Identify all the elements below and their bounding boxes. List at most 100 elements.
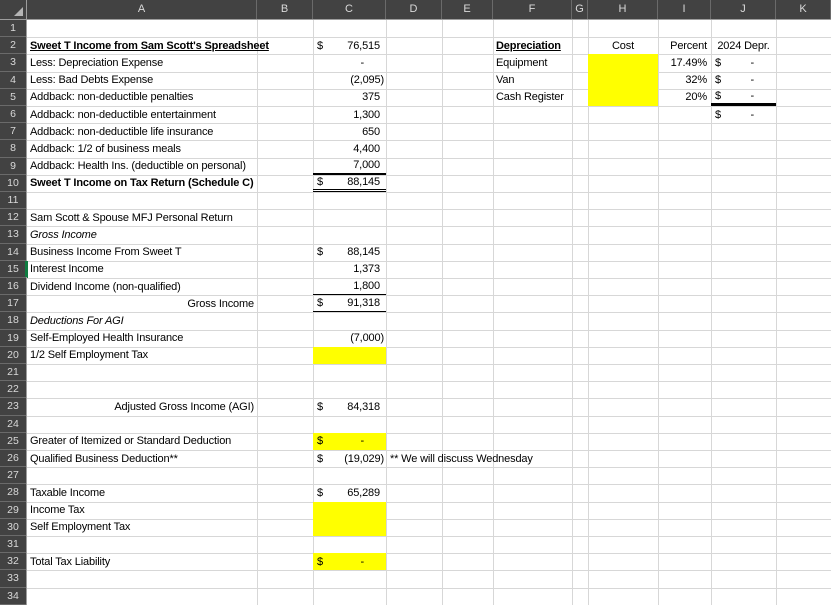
cell-A29[interactable]: Income Tax xyxy=(27,502,257,519)
row-header-17[interactable]: 17 xyxy=(0,295,26,313)
row-header-3[interactable]: 3 xyxy=(0,54,26,72)
column-header-C[interactable]: C xyxy=(313,0,386,19)
cell-A5[interactable]: Addback: non-deductible penalties xyxy=(27,89,257,106)
column-header-D[interactable]: D xyxy=(386,0,442,19)
cell-J6[interactable]: $ - xyxy=(711,106,776,123)
cell-C3[interactable]: - xyxy=(313,54,386,71)
row-header-16[interactable]: 16 xyxy=(0,278,26,296)
cell-C30[interactable] xyxy=(313,518,386,536)
row-header-7[interactable]: 7 xyxy=(0,123,26,141)
cell-C9[interactable]: 7,000 xyxy=(313,158,386,175)
select-all-button[interactable] xyxy=(0,0,27,20)
cell-A4[interactable]: Less: Bad Debts Expense xyxy=(27,72,257,89)
column-header-F[interactable]: F xyxy=(493,0,572,19)
row-header-34[interactable]: 34 xyxy=(0,588,26,605)
column-header-H[interactable]: H xyxy=(588,0,658,19)
cell-C4[interactable]: (2,095) xyxy=(313,72,386,89)
cell-C16[interactable]: 1,800 xyxy=(313,278,386,296)
column-header-E[interactable]: E xyxy=(442,0,493,19)
cell-F5[interactable]: Cash Register xyxy=(493,89,572,106)
cell-A17[interactable]: Gross Income xyxy=(27,295,257,312)
row-header-15[interactable]: 15 xyxy=(0,260,27,278)
cell-C32[interactable]: $ - xyxy=(313,553,386,571)
cell-A9[interactable]: Addback: Health Ins. (deductible on pers… xyxy=(27,158,257,175)
cell-A26[interactable]: Qualified Business Deduction** xyxy=(27,450,257,467)
cell-C29[interactable] xyxy=(313,501,386,519)
cell-F2[interactable]: Depreciation xyxy=(493,37,572,54)
cell-C20[interactable] xyxy=(313,346,386,364)
column-header-K[interactable]: K xyxy=(776,0,831,19)
row-header-32[interactable]: 32 xyxy=(0,553,26,571)
row-header-4[interactable]: 4 xyxy=(0,72,26,89)
row-header-12[interactable]: 12 xyxy=(0,209,26,227)
row-header-10[interactable]: 10 xyxy=(0,175,26,192)
column-header-I[interactable]: I xyxy=(658,0,711,19)
cell-H4[interactable] xyxy=(588,71,658,89)
cell-A6[interactable]: Addback: non-deductible entertainment xyxy=(27,106,257,123)
row-header-25[interactable]: 25 xyxy=(0,433,26,450)
cell-C26[interactable]: $ (19,029) xyxy=(313,450,386,467)
cell-A25[interactable]: Greater of Itemized or Standard Deductio… xyxy=(27,433,257,450)
cell-C17[interactable]: $91,318 xyxy=(313,295,386,313)
cell-C15[interactable]: 1,373 xyxy=(313,261,386,278)
cell-J5[interactable]: $ - xyxy=(711,89,776,106)
row-header-30[interactable]: 30 xyxy=(0,519,26,536)
cell-C14[interactable]: $88,145 xyxy=(313,244,386,261)
row-header-8[interactable]: 8 xyxy=(0,140,26,158)
cell-A30[interactable]: Self Employment Tax xyxy=(27,519,257,536)
row-header-24[interactable]: 24 xyxy=(0,416,26,433)
cell-D26[interactable]: ** We will discuss Wednesday xyxy=(386,450,596,467)
row-header-14[interactable]: 14 xyxy=(0,244,26,261)
row-header-18[interactable]: 18 xyxy=(0,312,26,330)
cell-J4[interactable]: $ - xyxy=(711,72,776,89)
cell-C5[interactable]: 375 xyxy=(313,89,386,106)
cell-I5[interactable]: 20% xyxy=(658,89,711,106)
cell-A13[interactable]: Gross Income xyxy=(27,226,257,243)
row-header-26[interactable]: 26 xyxy=(0,450,26,468)
cell-A20[interactable]: 1/2 Self Employment Tax xyxy=(27,347,257,364)
row-header-23[interactable]: 23 xyxy=(0,398,26,416)
cell-A23[interactable]: Adjusted Gross Income (AGI) xyxy=(27,398,257,415)
row-header-9[interactable]: 9 xyxy=(0,158,26,175)
column-header-A[interactable]: A xyxy=(27,0,257,19)
column-header-J[interactable]: J xyxy=(711,0,776,19)
row-header-6[interactable]: 6 xyxy=(0,106,26,124)
cell-C6[interactable]: 1,300 xyxy=(313,106,386,123)
row-header-2[interactable]: 2 xyxy=(0,37,26,55)
row-header-22[interactable]: 22 xyxy=(0,381,26,399)
row-header-19[interactable]: 19 xyxy=(0,330,26,347)
cell-I2[interactable]: Percent xyxy=(658,37,711,54)
cell-C25[interactable]: $ - xyxy=(313,432,386,450)
cell-C8[interactable]: 4,400 xyxy=(313,140,386,157)
cell-H5[interactable] xyxy=(588,88,658,106)
grid-area[interactable]: Sweet T Income from Sam Scott's Spreadsh… xyxy=(0,0,831,605)
cell-I3[interactable]: 17.49% xyxy=(658,54,711,71)
cell-A19[interactable]: Self-Employed Health Insurance xyxy=(27,330,257,347)
cell-C23[interactable]: $84,318 xyxy=(313,398,386,415)
cell-C19[interactable]: (7,000) xyxy=(313,330,386,347)
cell-H3[interactable] xyxy=(588,54,658,72)
cell-F4[interactable]: Van xyxy=(493,72,572,89)
column-header-B[interactable]: B xyxy=(257,0,313,19)
cell-H2[interactable]: Cost xyxy=(588,37,658,54)
cell-A18[interactable]: Deductions For AGI xyxy=(27,312,257,329)
cell-J3[interactable]: $ - xyxy=(711,54,776,71)
cell-A14[interactable]: Business Income From Sweet T xyxy=(27,244,257,261)
row-header-31[interactable]: 31 xyxy=(0,536,26,554)
cell-A10[interactable]: Sweet T Income on Tax Return (Schedule C… xyxy=(27,175,257,192)
cell-J2[interactable]: 2024 Depr. xyxy=(711,37,776,54)
row-header-11[interactable]: 11 xyxy=(0,192,26,210)
cell-A12[interactable]: Sam Scott & Spouse MFJ Personal Return xyxy=(27,209,257,226)
row-header-13[interactable]: 13 xyxy=(0,226,26,244)
column-header-G[interactable]: G xyxy=(572,0,588,19)
row-header-5[interactable]: 5 xyxy=(0,89,26,106)
row-header-28[interactable]: 28 xyxy=(0,484,26,502)
cell-A16[interactable]: Dividend Income (non-qualified) xyxy=(27,278,257,295)
cell-C10[interactable]: $88,145 xyxy=(313,175,386,192)
row-header-21[interactable]: 21 xyxy=(0,364,26,382)
cell-C7[interactable]: 650 xyxy=(313,123,386,140)
cell-A7[interactable]: Addback: non-deductible life insurance xyxy=(27,123,257,140)
cell-A15[interactable]: Interest Income xyxy=(27,261,257,278)
cell-F3[interactable]: Equipment xyxy=(493,54,572,71)
row-header-20[interactable]: 20 xyxy=(0,347,26,364)
